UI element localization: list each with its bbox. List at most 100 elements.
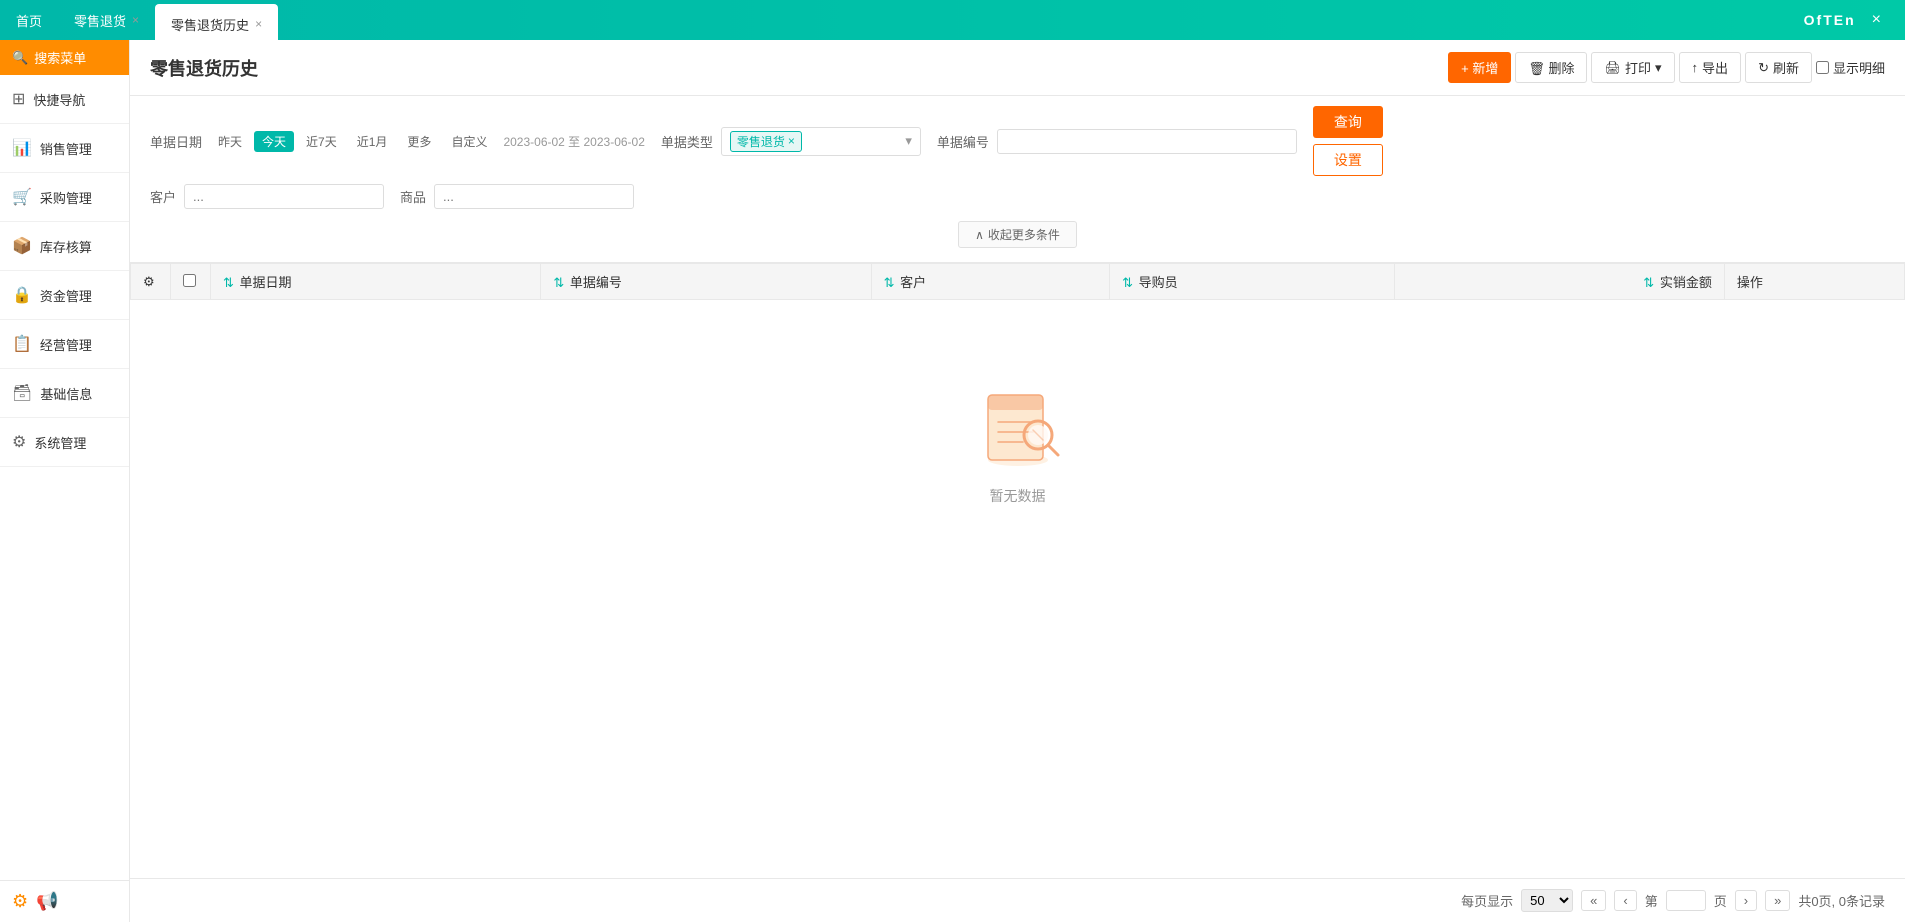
empty-state-illustration <box>968 380 1068 470</box>
th-guide-label: 导购员 <box>1139 275 1178 290</box>
sidebar-item-system-mgmt[interactable]: ⚙ 系统管理 <box>0 418 129 467</box>
refresh-button[interactable]: ↻ 刷新 <box>1745 52 1812 83</box>
empty-state: 暂无数据 <box>131 300 1905 586</box>
show-detail-toggle[interactable]: 显示明细 <box>1816 58 1885 77</box>
tab-retail-return-close[interactable]: × <box>132 13 139 27</box>
prev-page-button[interactable]: ‹ <box>1614 890 1636 911</box>
number-filter-input[interactable] <box>997 129 1297 154</box>
th-number[interactable]: ⇅ 单据编号 <box>541 264 871 300</box>
sidebar-search[interactable]: 🔍 搜索菜单 <box>0 40 129 75</box>
toolbar: + 新增 🗑 删除 🖨 打印 ▾ ↑ 导出 ↻ 刷新 <box>1448 52 1885 83</box>
type-filter-arrow: ▾ <box>905 133 912 149</box>
pagination-bar: 每页显示 10 20 50 100 « ‹ 第 1 页 › » 共0页, 0条记… <box>130 878 1905 922</box>
tab-bar: 首页 零售退货 × 零售退货历史 × <box>0 0 1804 40</box>
export-button[interactable]: ↑ 导出 <box>1679 52 1742 83</box>
query-button[interactable]: 查询 <box>1313 106 1383 138</box>
sidebar-item-sales-mgmt[interactable]: 📊 销售管理 <box>0 124 129 173</box>
sidebar-item-finance-mgmt[interactable]: 🔒 资金管理 <box>0 271 129 320</box>
show-detail-checkbox[interactable] <box>1816 61 1829 74</box>
search-icon: 🔍 <box>12 50 28 66</box>
th-checkbox[interactable] <box>171 264 211 300</box>
refresh-icon: ↻ <box>1758 60 1769 76</box>
settings-icon[interactable]: ⚙ <box>12 891 28 912</box>
export-icon: ↑ <box>1692 60 1699 75</box>
system-mgmt-icon: ⚙ <box>12 432 26 452</box>
date-btn-more[interactable]: 更多 <box>399 131 439 152</box>
tab-retail-return-history[interactable]: 零售退货历史 × <box>155 4 278 44</box>
purchase-mgmt-icon: 🛒 <box>12 187 32 207</box>
tab-retail-return-history-close[interactable]: × <box>255 17 262 31</box>
sidebar-item-basic-info-label: 基础信息 <box>40 384 92 403</box>
sidebar-item-inventory[interactable]: 📦 库存核算 <box>0 222 129 271</box>
top-bar-right: OfTEn × <box>1804 7 1905 33</box>
date-btn-1month[interactable]: 近1月 <box>349 131 396 152</box>
th-guide[interactable]: ⇅ 导购员 <box>1110 264 1394 300</box>
print-button[interactable]: 🖨 打印 ▾ <box>1591 52 1674 83</box>
date-range-text: 2023-06-02 至 2023-06-02 <box>503 133 644 150</box>
sidebar-item-basic-info[interactable]: 🗃 基础信息 <box>0 369 129 418</box>
page-suffix: 页 <box>1714 891 1727 910</box>
tab-retail-return[interactable]: 零售退货 × <box>58 0 155 40</box>
tab-home[interactable]: 首页 <box>0 0 58 40</box>
page-title: 零售退货历史 <box>150 55 258 81</box>
th-number-label: 单据编号 <box>570 275 622 290</box>
print-icon: 🖨 <box>1604 60 1621 76</box>
first-page-button[interactable]: « <box>1581 890 1606 911</box>
sidebar-item-operation-mgmt-label: 经营管理 <box>40 335 92 354</box>
tab-retail-return-history-label: 零售退货历史 <box>171 15 249 34</box>
th-amount[interactable]: ⇅ 实销金额 <box>1394 264 1724 300</box>
th-settings[interactable]: ⚙ <box>131 264 171 300</box>
date-btn-today[interactable]: 今天 <box>254 131 294 152</box>
number-filter-group: 单据编号 <box>937 129 1297 154</box>
th-date[interactable]: ⇅ 单据日期 <box>211 264 541 300</box>
total-text: 共0页, 0条记录 <box>1798 891 1885 910</box>
filter-row-2: 客户 商品 <box>150 184 1885 209</box>
goods-filter-label: 商品 <box>400 187 426 206</box>
speaker-icon[interactable]: 📢 <box>36 891 58 912</box>
inventory-icon: 📦 <box>12 236 32 256</box>
date-btn-custom[interactable]: 自定义 <box>443 131 495 152</box>
goods-filter-input[interactable] <box>434 184 634 209</box>
date-sort-icon: ⇅ <box>223 275 234 290</box>
type-filter-label: 单据类型 <box>661 132 713 151</box>
date-btn-yesterday[interactable]: 昨天 <box>210 131 250 152</box>
sidebar-item-purchase-mgmt[interactable]: 🛒 采购管理 <box>0 173 129 222</box>
number-filter-label: 单据编号 <box>937 132 989 151</box>
sidebar-item-operation-mgmt[interactable]: 📋 经营管理 <box>0 320 129 369</box>
date-filter-label: 单据日期 <box>150 132 202 151</box>
refresh-label: 刷新 <box>1773 58 1799 77</box>
brand-label: OfTEn <box>1804 12 1856 28</box>
close-window-button[interactable]: × <box>1864 7 1889 33</box>
th-action: 操作 <box>1724 264 1904 300</box>
type-filter-select[interactable]: 零售退货 × ▾ <box>721 127 921 156</box>
sidebar: 🔍 搜索菜单 ⊞ 快捷导航 📊 销售管理 🛒 采购管理 📦 库存核算 🔒 <box>0 40 130 922</box>
collapse-row: ∧ 收起更多条件 <box>150 217 1885 252</box>
next-page-button[interactable]: › <box>1735 890 1757 911</box>
sidebar-search-label: 搜索菜单 <box>34 48 86 67</box>
per-page-select[interactable]: 10 20 50 100 <box>1521 889 1573 912</box>
select-all-checkbox[interactable] <box>183 274 196 287</box>
sales-mgmt-icon: 📊 <box>12 138 32 158</box>
page-input[interactable]: 1 <box>1666 890 1706 911</box>
date-btn-7days[interactable]: 近7天 <box>298 131 345 152</box>
customer-filter-input[interactable] <box>184 184 384 209</box>
setup-button[interactable]: 设置 <box>1313 144 1383 176</box>
th-customer[interactable]: ⇅ 客户 <box>871 264 1110 300</box>
page-prefix: 第 <box>1645 891 1658 910</box>
add-button[interactable]: + 新增 <box>1448 52 1511 83</box>
page-header: 零售退货历史 + 新增 🗑 删除 🖨 打印 ▾ ↑ 导出 ↻ <box>130 40 1905 96</box>
collapse-label: 收起更多条件 <box>988 226 1060 243</box>
table-body: 暂无数据 <box>131 300 1905 587</box>
customer-sort-icon: ⇅ <box>884 275 895 290</box>
collapse-button[interactable]: ∧ 收起更多条件 <box>958 221 1077 248</box>
type-filter-remove[interactable]: × <box>788 134 795 148</box>
delete-button[interactable]: 🗑 删除 <box>1515 52 1587 83</box>
goods-filter-group: 商品 <box>400 184 634 209</box>
last-page-button[interactable]: » <box>1765 890 1790 911</box>
sidebar-item-purchase-mgmt-label: 采购管理 <box>40 188 92 207</box>
collapse-icon: ∧ <box>975 228 984 242</box>
sidebar-item-quick-nav[interactable]: ⊞ 快捷导航 <box>0 75 129 124</box>
date-filters: 昨天 今天 近7天 近1月 更多 自定义 <box>210 131 495 152</box>
export-label: 导出 <box>1702 58 1728 77</box>
quick-nav-icon: ⊞ <box>12 89 25 109</box>
